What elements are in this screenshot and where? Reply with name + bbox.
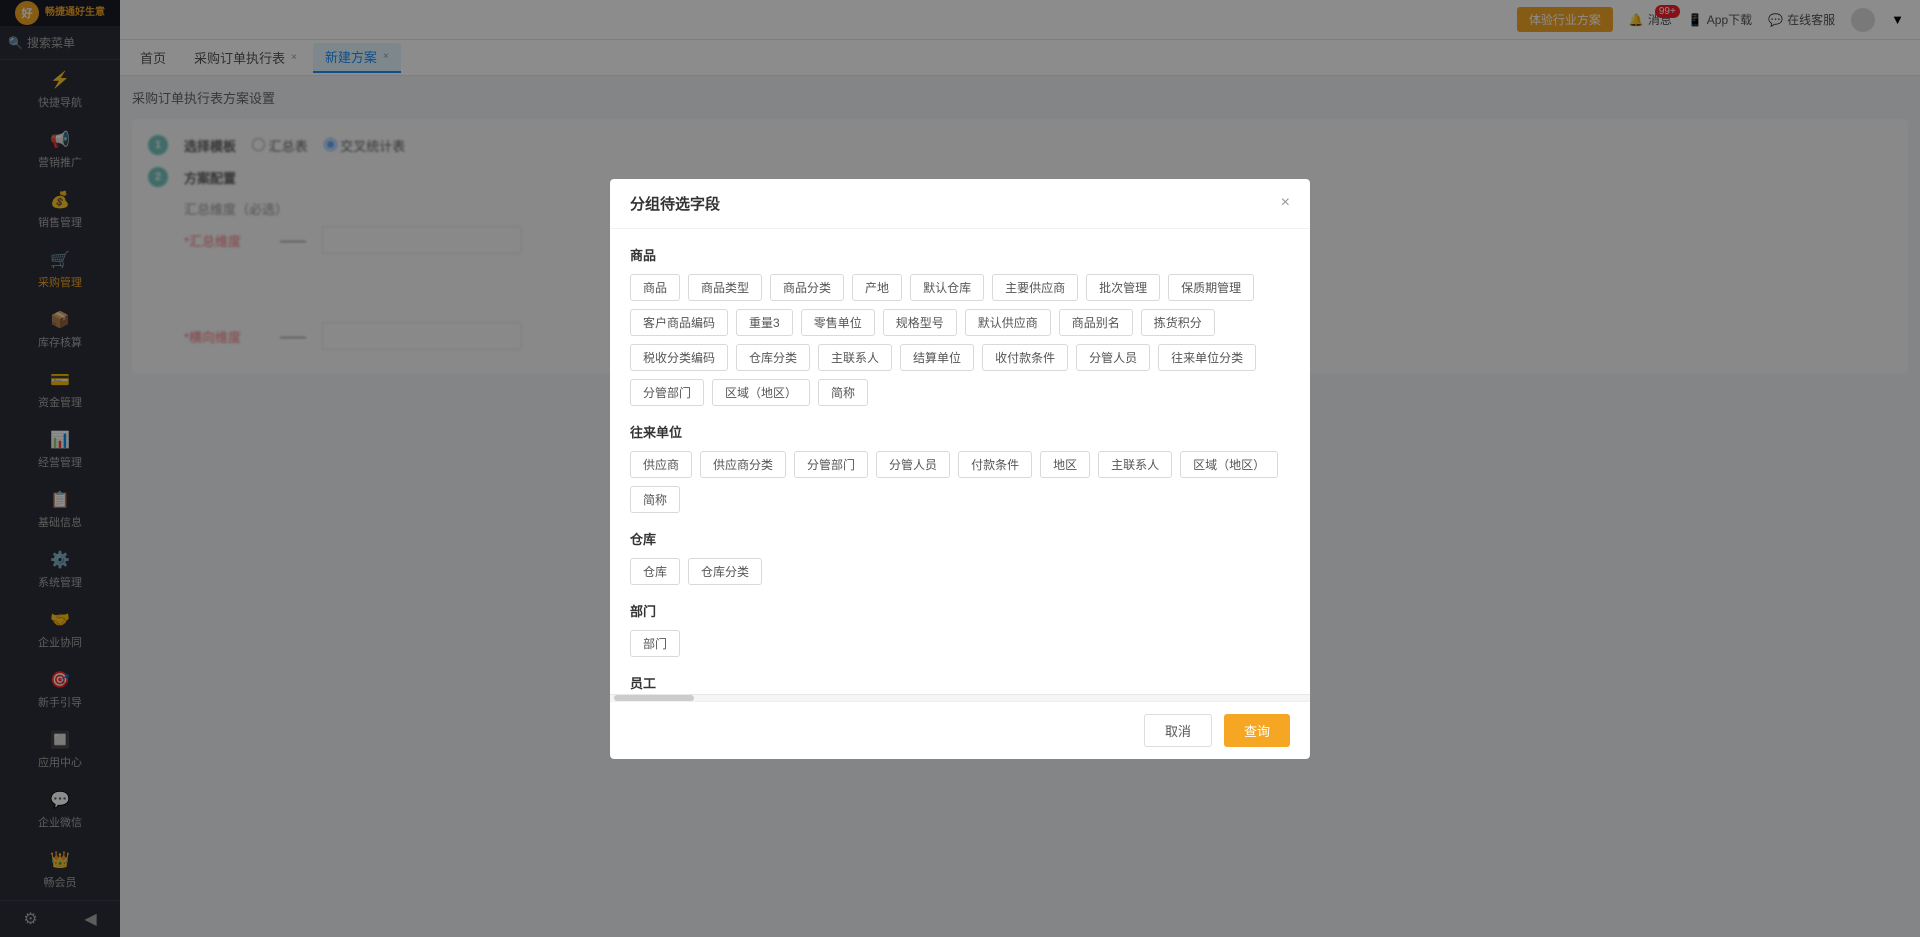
section-product: 商品商品商品类型商品分类产地默认仓库主要供应商批次管理保质期管理客户商品编码重量… [630, 245, 1290, 406]
field-tags-department: 部门 [630, 630, 1290, 657]
field-tag[interactable]: 付款条件 [958, 451, 1032, 478]
field-tag[interactable]: 往来单位分类 [1158, 344, 1256, 371]
field-tag[interactable]: 分管人员 [1076, 344, 1150, 371]
field-tag[interactable]: 结算单位 [900, 344, 974, 371]
field-tag[interactable]: 税收分类编码 [630, 344, 728, 371]
field-tag[interactable]: 商品 [630, 274, 680, 301]
field-tag[interactable]: 简称 [630, 486, 680, 513]
modal-header: 分组待选字段 × [610, 179, 1310, 229]
section-title-department: 部门 [630, 601, 1290, 620]
section-department: 部门部门 [630, 601, 1290, 657]
field-tag[interactable]: 仓库分类 [736, 344, 810, 371]
field-tag[interactable]: 客户商品编码 [630, 309, 728, 336]
field-tag[interactable]: 默认仓库 [910, 274, 984, 301]
field-tag[interactable]: 零售单位 [801, 309, 875, 336]
field-tag[interactable]: 商品别名 [1059, 309, 1133, 336]
field-tag[interactable]: 批次管理 [1086, 274, 1160, 301]
field-tag[interactable]: 拣货积分 [1141, 309, 1215, 336]
field-tag[interactable]: 商品类型 [688, 274, 762, 301]
field-tag[interactable]: 主要供应商 [992, 274, 1078, 301]
field-tag[interactable]: 地区 [1040, 451, 1090, 478]
modal-dialog: 分组待选字段 × 商品商品商品类型商品分类产地默认仓库主要供应商批次管理保质期管… [610, 179, 1310, 759]
field-tag[interactable]: 收付款条件 [982, 344, 1068, 371]
field-tags-partner: 供应商供应商分类分管部门分管人员付款条件地区主联系人区域（地区） 简称 [630, 451, 1290, 513]
field-tags-warehouse: 仓库仓库分类 [630, 558, 1290, 585]
field-tag[interactable]: 仓库 [630, 558, 680, 585]
field-tag[interactable]: 供应商分类 [700, 451, 786, 478]
field-tag[interactable]: 主联系人 [1098, 451, 1172, 478]
field-tag[interactable]: 重量3 [736, 309, 793, 336]
field-tag[interactable]: 产地 [852, 274, 902, 301]
field-tag[interactable]: 保质期管理 [1168, 274, 1254, 301]
field-tag[interactable]: 部门 [630, 630, 680, 657]
section-title-warehouse: 仓库 [630, 529, 1290, 548]
section-employee: 员工业务员 [630, 673, 1290, 694]
modal-close-button[interactable]: × [1281, 194, 1290, 212]
field-tag[interactable]: 分管部门 [630, 379, 704, 406]
modal-overlay: 分组待选字段 × 商品商品商品类型商品分类产地默认仓库主要供应商批次管理保质期管… [0, 0, 1920, 937]
modal-title: 分组待选字段 [630, 193, 720, 214]
field-tag[interactable]: 简称 [818, 379, 868, 406]
field-tag[interactable]: 分管人员 [876, 451, 950, 478]
field-tag[interactable]: 仓库分类 [688, 558, 762, 585]
modal-body: 商品商品商品类型商品分类产地默认仓库主要供应商批次管理保质期管理客户商品编码重量… [610, 229, 1310, 694]
cancel-button[interactable]: 取消 [1144, 714, 1212, 747]
section-title-employee: 员工 [630, 673, 1290, 692]
field-tag[interactable]: 默认供应商 [965, 309, 1051, 336]
field-tag[interactable]: 区域（地区） [1180, 451, 1278, 478]
field-tag[interactable]: 区域（地区） [712, 379, 810, 406]
section-partner: 往来单位供应商供应商分类分管部门分管人员付款条件地区主联系人区域（地区） 简称 [630, 422, 1290, 513]
section-title-product: 商品 [630, 245, 1290, 264]
modal-horizontal-scrollbar[interactable] [610, 694, 1310, 701]
field-tags-product: 商品商品类型商品分类产地默认仓库主要供应商批次管理保质期管理客户商品编码重量3 零… [630, 274, 1290, 406]
field-tag[interactable]: 规格型号 [883, 309, 957, 336]
modal-footer: 取消 查询 [610, 701, 1310, 759]
field-tag[interactable]: 分管部门 [794, 451, 868, 478]
field-tag[interactable]: 供应商 [630, 451, 692, 478]
section-warehouse: 仓库仓库仓库分类 [630, 529, 1290, 585]
field-tag[interactable]: 商品分类 [770, 274, 844, 301]
confirm-button[interactable]: 查询 [1224, 714, 1290, 747]
field-tag[interactable]: 主联系人 [818, 344, 892, 371]
section-title-partner: 往来单位 [630, 422, 1290, 441]
